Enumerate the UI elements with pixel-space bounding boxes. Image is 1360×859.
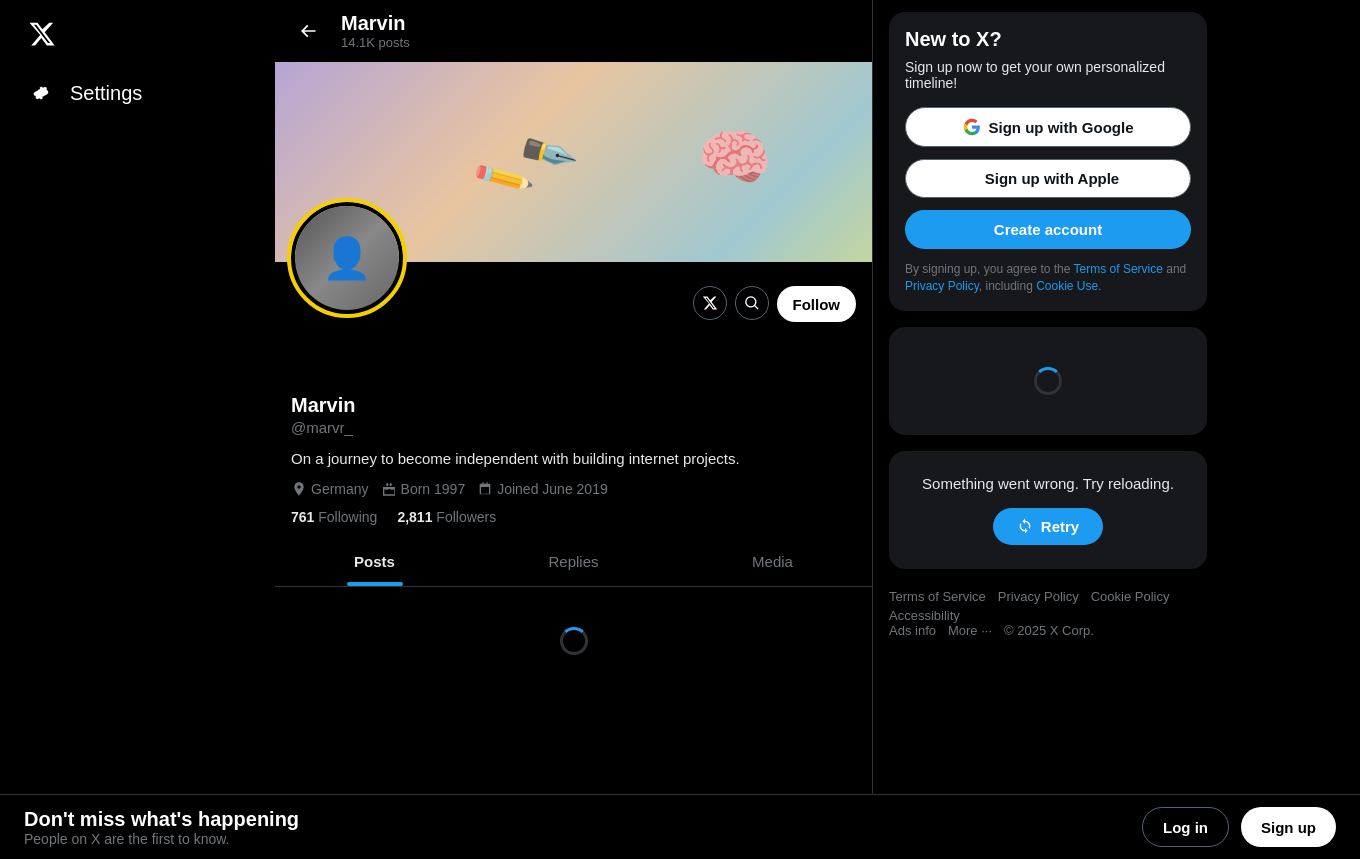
bottom-bar-actions: Log in Sign up <box>1142 807 1336 847</box>
google-icon <box>963 118 981 136</box>
avatar-ring <box>287 198 407 318</box>
retry-icon <box>1017 518 1033 534</box>
profile-display-name: Marvin <box>291 394 856 417</box>
xpremium-button[interactable] <box>693 286 727 320</box>
search-icon <box>744 295 760 311</box>
tab-replies[interactable]: Replies <box>474 537 673 586</box>
tab-replies-label: Replies <box>548 553 598 570</box>
followers-count: 2,811 <box>397 509 432 525</box>
login-button[interactable]: Log in <box>1142 807 1229 847</box>
error-message: Something went wrong. Try reloading. <box>905 475 1191 492</box>
and-text: and <box>1163 262 1186 276</box>
profile-handle: @marvr_ <box>291 419 856 436</box>
profile-header: Marvin 14.1K posts <box>275 0 872 62</box>
sidebar-item-settings[interactable]: Settings <box>16 68 259 118</box>
privacy-link[interactable]: Privacy Policy <box>905 279 979 293</box>
terms-prefix: By signing up, you agree to the <box>905 262 1074 276</box>
avatar-wrapper: 👤 <box>291 202 403 314</box>
follow-button[interactable]: Follow <box>777 286 857 322</box>
x-small-icon <box>702 295 718 311</box>
profile-stats: 761 Following 2,811 Followers <box>291 509 856 525</box>
following-label: Following <box>318 509 377 525</box>
new-to-x-subtitle: Sign up now to get your own personalized… <box>905 59 1191 91</box>
retry-button[interactable]: Retry <box>993 508 1103 545</box>
dont-miss-headline: Don't miss what's happening <box>24 808 299 831</box>
location-icon <box>291 481 307 497</box>
x-logo-button[interactable] <box>16 8 259 60</box>
header-post-count: 14.1K posts <box>341 35 410 50</box>
back-button[interactable] <box>291 14 325 48</box>
profile-header-info: Marvin 14.1K posts <box>341 12 410 50</box>
location-text: Germany <box>311 481 369 497</box>
cake-icon <box>381 481 397 497</box>
bottom-bar-subtext: People on X are the first to know. <box>24 831 299 847</box>
back-arrow-icon <box>298 21 318 41</box>
terms-text: By signing up, you agree to the Terms of… <box>905 261 1191 295</box>
posts-loading <box>275 587 872 695</box>
settings-label: Settings <box>70 82 142 105</box>
new-to-x-panel: New to X? Sign up now to get your own pe… <box>889 12 1207 311</box>
joined-item: Joined June 2019 <box>477 481 608 497</box>
calendar-icon <box>477 481 493 497</box>
including-text: , including <box>979 279 1036 293</box>
new-to-x-title: New to X? <box>905 28 1191 51</box>
footer-more[interactable]: More ··· <box>948 623 992 638</box>
apple-signup-label: Sign up with Apple <box>985 170 1119 187</box>
profile-section: 👤 Follow Marvin @marvr_ On a journe <box>275 262 872 525</box>
pencils-decoration: ✏️✒️ <box>470 120 580 211</box>
footer-accessibility[interactable]: Accessibility <box>889 608 960 623</box>
sidebar-loading-panel <box>889 327 1207 435</box>
footer-links: Terms of Service Privacy Policy Cookie P… <box>889 585 1207 642</box>
sidebar-spinner <box>1034 367 1062 395</box>
footer-row-2: Ads info More ··· © 2025 X Corp. <box>889 623 1207 638</box>
followers-stat[interactable]: 2,811 Followers <box>397 509 496 525</box>
google-signup-button[interactable]: Sign up with Google <box>905 107 1191 147</box>
google-signup-label: Sign up with Google <box>989 119 1134 136</box>
footer-cookie[interactable]: Cookie Policy <box>1091 589 1170 604</box>
brain-emoji: 🧠 <box>697 122 772 193</box>
following-count: 761 <box>291 509 314 525</box>
left-sidebar: Settings <box>0 0 275 859</box>
footer-copyright: © 2025 X Corp. <box>1004 623 1094 638</box>
main-content: Marvin 14.1K posts ✏️✒️ 🧠 👤 <box>275 0 873 859</box>
following-stat[interactable]: 761 Following <box>291 509 377 525</box>
create-account-label: Create account <box>994 221 1102 238</box>
joined-text: Joined June 2019 <box>497 481 608 497</box>
born-text: Born 1997 <box>401 481 466 497</box>
tab-posts[interactable]: Posts <box>275 537 474 586</box>
create-account-button[interactable]: Create account <box>905 210 1191 249</box>
terms-link[interactable]: Terms of Service <box>1074 262 1163 276</box>
x-logo-icon <box>28 20 56 48</box>
profile-meta: Germany Born 1997 Joined June 2019 <box>291 481 856 497</box>
bottom-bar: Don't miss what's happening People on X … <box>0 794 1360 859</box>
signup-button[interactable]: Sign up <box>1241 807 1336 847</box>
error-panel: Something went wrong. Try reloading. Ret… <box>889 451 1207 569</box>
born-item: Born 1997 <box>381 481 466 497</box>
followers-label: Followers <box>436 509 496 525</box>
search-profile-button[interactable] <box>735 286 769 320</box>
footer-ads[interactable]: Ads info <box>889 623 936 638</box>
right-sidebar: New to X? Sign up now to get your own pe… <box>873 0 1223 859</box>
period: . <box>1098 279 1101 293</box>
retry-label: Retry <box>1041 518 1079 535</box>
bottom-bar-text: Don't miss what's happening People on X … <box>24 808 299 847</box>
footer-row-1: Terms of Service Privacy Policy Cookie P… <box>889 589 1207 623</box>
location-item: Germany <box>291 481 369 497</box>
loading-spinner <box>560 627 588 655</box>
tab-posts-label: Posts <box>354 553 395 570</box>
footer-terms[interactable]: Terms of Service <box>889 589 986 604</box>
tab-media[interactable]: Media <box>673 537 872 586</box>
apple-signup-button[interactable]: Sign up with Apple <box>905 159 1191 198</box>
gear-icon <box>28 80 54 106</box>
cookie-link[interactable]: Cookie Use <box>1036 279 1098 293</box>
profile-tabs: Posts Replies Media <box>275 537 872 587</box>
tab-media-label: Media <box>752 553 793 570</box>
profile-bio: On a journey to become independent with … <box>291 448 856 469</box>
header-profile-name: Marvin <box>341 12 410 35</box>
footer-privacy[interactable]: Privacy Policy <box>998 589 1079 604</box>
